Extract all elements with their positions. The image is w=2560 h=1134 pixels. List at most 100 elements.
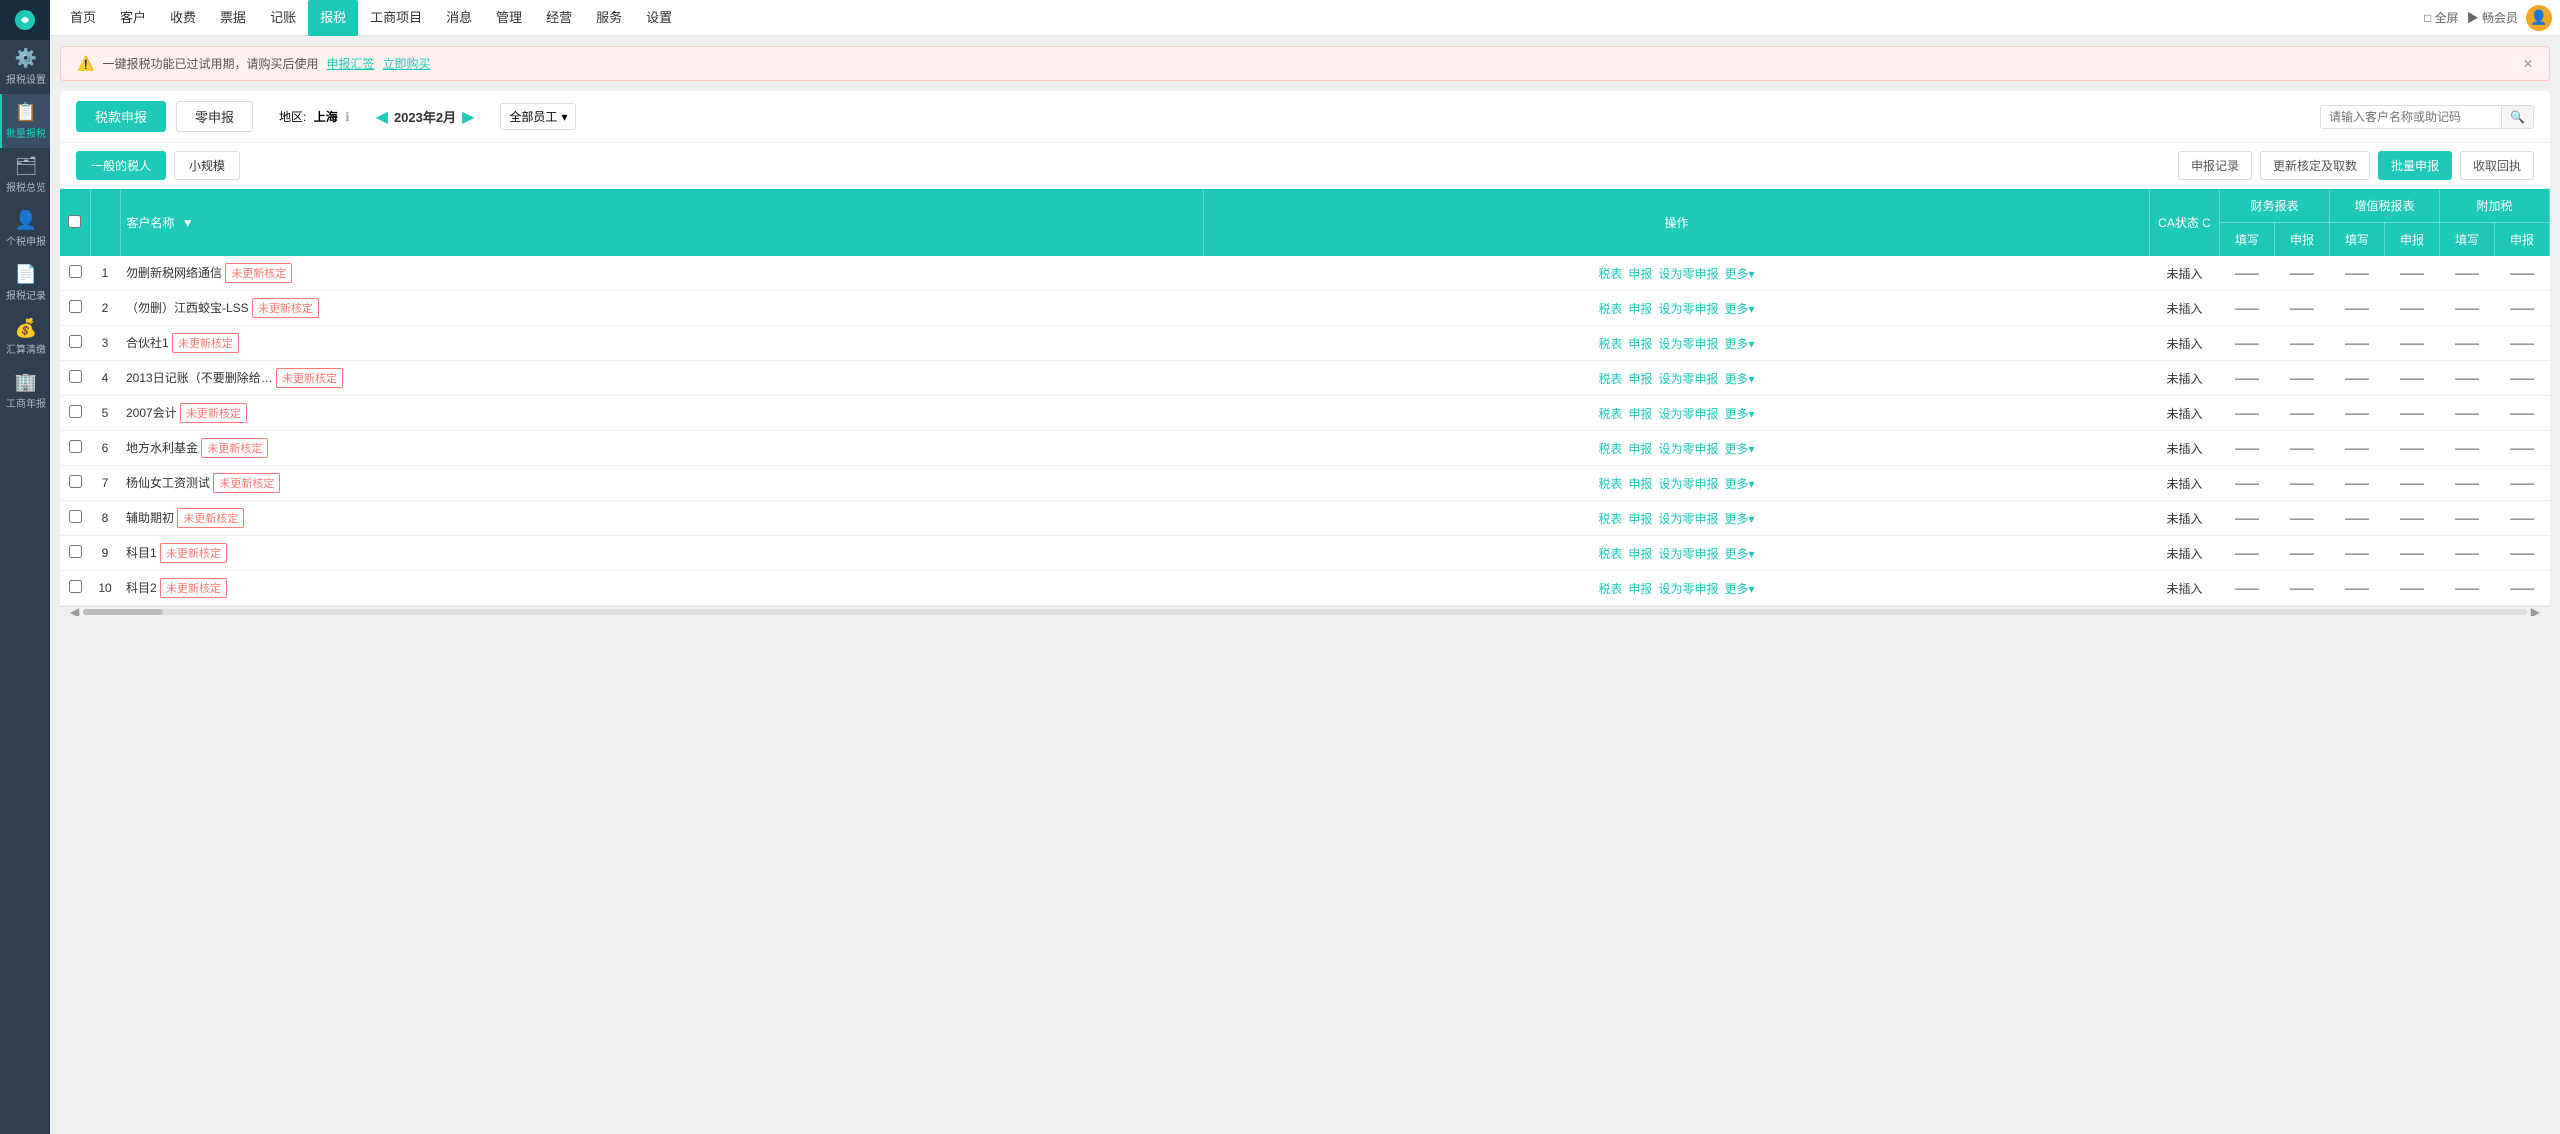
row-checkbox[interactable] [69,545,82,558]
op-btn[interactable]: 申报 [1628,547,1652,561]
horizontal-scrollbar[interactable]: ◀ ▶ [60,606,2550,616]
op-btn[interactable]: 税表 [1598,442,1622,456]
tab-general-taxpayer[interactable]: 一般的税人 [76,151,166,180]
op-btn[interactable]: 申报 [1628,372,1652,386]
op-btn[interactable]: 申报 [1628,267,1652,281]
row-checkbox[interactable] [69,300,82,313]
op-btn[interactable]: 更多▾ [1724,582,1754,596]
sidebar-item-batch-tax[interactable]: 📋 批量报税 [0,94,50,148]
info-icon[interactable]: ℹ [345,110,350,124]
sidebar-item-tax-record[interactable]: 📄 报税记录 [0,256,50,310]
op-btn[interactable]: 税表 [1598,372,1622,386]
sidebar-item-tax-settings[interactable]: ⚙️ 报税设置 [0,40,50,94]
batch-file-btn[interactable]: 批量申报 [2378,151,2452,180]
row-checkbox[interactable] [69,370,82,383]
op-btn[interactable]: 设为零申报 [1658,267,1718,281]
op-btn[interactable]: 更多▾ [1724,512,1754,526]
row-checkbox[interactable] [69,265,82,278]
op-btn[interactable]: 申报 [1628,582,1652,596]
op-btn[interactable]: 更多▾ [1724,302,1754,316]
nav-tax[interactable]: 报税 [308,0,358,36]
op-btn[interactable]: 申报 [1628,442,1652,456]
search-input[interactable] [2321,106,2501,128]
op-btn[interactable]: 设为零申报 [1658,372,1718,386]
op-btn[interactable]: 税表 [1598,302,1622,316]
op-btn[interactable]: 更多▾ [1724,442,1754,456]
nav-settings[interactable]: 设置 [634,0,684,36]
op-btn[interactable]: 申报 [1628,512,1652,526]
banner-close-btn[interactable]: ✕ [2523,57,2533,71]
row-checkbox[interactable] [69,440,82,453]
department-selector[interactable]: 全部员工 ▾ [500,103,576,130]
op-btn[interactable]: 设为零申报 [1658,442,1718,456]
row-checkbox[interactable] [69,405,82,418]
op-btn[interactable]: 申报 [1628,302,1652,316]
op-btn[interactable]: 申报 [1628,337,1652,351]
op-btn[interactable]: 更多▾ [1724,372,1754,386]
op-btn[interactable]: 税表 [1598,547,1622,561]
scroll-track[interactable] [83,609,2527,615]
nav-invoice[interactable]: 票据 [208,0,258,36]
select-all-checkbox[interactable] [68,215,81,228]
nav-billing[interactable]: 收费 [158,0,208,36]
row-client-name: 辅助期初 未更新核定 [120,501,1203,536]
sidebar-item-settlement[interactable]: 💰 汇算清缴 [0,310,50,364]
op-btn[interactable]: 设为零申报 [1658,337,1718,351]
nav-commerce[interactable]: 工商项目 [358,0,434,36]
retrieve-btn[interactable]: 收取回执 [2460,151,2534,180]
op-btn[interactable]: 申报 [1628,407,1652,421]
update-quota-btn[interactable]: 更新核定及取数 [2260,151,2370,180]
sidebar-item-personal-tax[interactable]: 👤 个税申报 [0,202,50,256]
op-btn[interactable]: 设为零申报 [1658,582,1718,596]
op-btn[interactable]: 申报 [1628,477,1652,491]
filing-record-btn[interactable]: 申报记录 [2178,151,2252,180]
op-btn[interactable]: 税表 [1598,337,1622,351]
banner-link-filing[interactable]: 申报汇签 [326,55,374,72]
op-btn[interactable]: 更多▾ [1724,547,1754,561]
scroll-right-btn[interactable]: ▶ [2531,605,2540,617]
search-button[interactable]: 🔍 [2501,106,2533,128]
nav-client[interactable]: 客户 [108,0,158,36]
op-btn[interactable]: 设为零申报 [1658,547,1718,561]
member-btn[interactable]: ▶ 畅会员 [2467,9,2518,26]
op-btn[interactable]: 更多▾ [1724,407,1754,421]
tab-tax-declaration[interactable]: 税款申报 [76,101,166,132]
op-btn[interactable]: 税表 [1598,477,1622,491]
op-btn[interactable]: 设为零申报 [1658,512,1718,526]
scroll-left-btn[interactable]: ◀ [70,605,79,617]
op-btn[interactable]: 更多▾ [1724,477,1754,491]
op-btn[interactable]: 设为零申报 [1658,477,1718,491]
op-btn[interactable]: 税表 [1598,512,1622,526]
sidebar-item-annual-report[interactable]: 🏢 工商年报 [0,364,50,418]
nav-service[interactable]: 服务 [584,0,634,36]
row-checkbox[interactable] [69,510,82,523]
nav-message[interactable]: 消息 [434,0,484,36]
op-btn[interactable]: 税表 [1598,407,1622,421]
next-month-btn[interactable]: ▶ [462,107,474,127]
nav-home[interactable]: 首页 [58,0,108,36]
nav-operations[interactable]: 经营 [534,0,584,36]
row-fin-fill: —— [2220,291,2275,326]
banner-link-buy[interactable]: 立即购买 [382,55,430,72]
nav-manage[interactable]: 管理 [484,0,534,36]
row-checkbox[interactable] [69,475,82,488]
op-btn[interactable]: 税表 [1598,582,1622,596]
op-btn[interactable]: 设为零申报 [1658,302,1718,316]
op-btn[interactable]: 更多▾ [1724,337,1754,351]
prev-month-btn[interactable]: ◀ [376,107,388,127]
op-btn[interactable]: 更多▾ [1724,267,1754,281]
fullscreen-btn[interactable]: □ 全屏 [2424,9,2459,26]
row-checkbox[interactable] [69,580,82,593]
tab-zero-declaration[interactable]: 零申报 [176,101,253,132]
table-row: 1 勿删新税网络通信 未更新核定 税表申报设为零申报更多▾ 未插入 —— —— … [60,256,2550,291]
scroll-thumb[interactable] [83,609,163,615]
op-btn[interactable]: 设为零申报 [1658,407,1718,421]
op-btn[interactable]: 税表 [1598,267,1622,281]
nav-bookkeeping[interactable]: 记账 [258,0,308,36]
sidebar-item-tax-overview[interactable]: 🗂 报税总览 [0,148,50,202]
user-avatar[interactable]: 👤 [2526,5,2552,31]
row-fin-fill: —— [2220,256,2275,291]
tab-small-scale[interactable]: 小规模 [174,151,240,180]
sort-icon[interactable]: ▼ [182,216,194,230]
row-checkbox[interactable] [69,335,82,348]
